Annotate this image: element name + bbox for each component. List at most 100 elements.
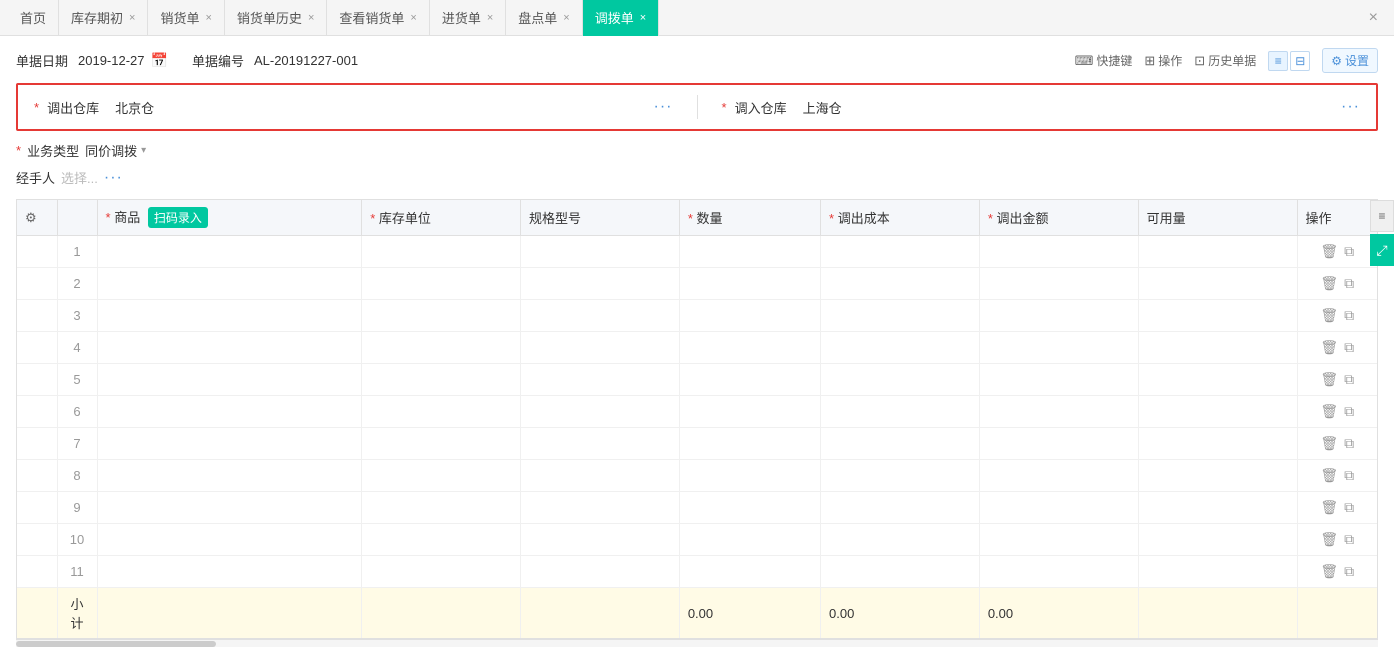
th-amount: * 调出金额 [979, 200, 1138, 236]
tab-close-inventory-check[interactable]: × [563, 12, 569, 24]
shortcuts-btn[interactable]: ⌨ 快捷键 [1075, 52, 1133, 69]
delete-btn[interactable]: 🗑 [1320, 467, 1338, 483]
warehouse-in-more[interactable]: ··· [1341, 98, 1360, 116]
business-type-row: * 业务类型 同价调拨 ▾ [16, 141, 185, 160]
history-btn[interactable]: ⊡ 历史单据 [1194, 52, 1256, 69]
scan-button[interactable]: 扫码录入 [148, 207, 208, 228]
date-field: 单据日期 2019-12-27 📅 [16, 51, 168, 70]
warehouse-out-star: * [34, 100, 39, 115]
float-expand-btn[interactable]: ⤢ [1370, 234, 1394, 266]
tab-close-sales-order[interactable]: × [205, 12, 211, 24]
delete-btn[interactable]: 🗑 [1320, 403, 1338, 419]
tab-close-view-sales[interactable]: × [410, 12, 416, 24]
tab-transfer[interactable]: 调拨单 × [583, 0, 659, 36]
delete-btn[interactable]: 🗑 [1320, 243, 1338, 259]
calendar-icon[interactable]: 📅 [151, 52, 168, 69]
tab-sales-order[interactable]: 销货单 × [148, 0, 224, 36]
warehouse-in-value: 上海仓 [803, 98, 842, 117]
unit-star: * [370, 211, 375, 226]
tab-view-sales[interactable]: 查看销货单 × [327, 0, 429, 36]
table-row: 7🗑⧉ [17, 428, 1377, 460]
table-row: 4🗑⧉ [17, 332, 1377, 364]
tab-sales-history[interactable]: 销货单历史 × [225, 0, 327, 36]
table-row: 3🗑⧉ [17, 300, 1377, 332]
handler-select[interactable]: 选择... [61, 168, 98, 187]
copy-btn[interactable]: ⧉ [1344, 243, 1354, 259]
settings-button[interactable]: ⚙ 设置 [1322, 48, 1378, 73]
delete-btn[interactable]: 🗑 [1320, 563, 1338, 579]
th-spec: 规格型号 [521, 200, 680, 236]
warehouse-divider [697, 95, 698, 119]
float-list-btn[interactable]: ≡ [1370, 200, 1394, 232]
warehouse-in-field: * 调入仓库 上海仓 ··· [722, 98, 1361, 117]
warehouse-out-field: * 调出仓库 北京仓 ··· [34, 98, 673, 117]
grid-view-btn[interactable]: ⊟ [1290, 51, 1310, 71]
th-unit: * 库存单位 [362, 200, 521, 236]
copy-btn[interactable]: ⧉ [1344, 403, 1354, 419]
th-ops: 操作 [1297, 200, 1377, 236]
tab-home[interactable]: 首页 [8, 0, 59, 36]
subtotal-label: 小计 [57, 588, 97, 639]
th-index [57, 200, 97, 236]
close-all-tabs[interactable]: × [1361, 9, 1386, 27]
dropdown-arrow-icon: ▾ [141, 145, 146, 156]
subtotal-row: 小计 0.00 0.00 0.00 [17, 588, 1377, 639]
th-qty: * 数量 [679, 200, 820, 236]
tab-close-transfer[interactable]: × [640, 12, 646, 24]
copy-btn[interactable]: ⧉ [1344, 339, 1354, 355]
tab-purchase[interactable]: 进货单 × [430, 0, 506, 36]
history-icon: ⊡ [1194, 53, 1205, 69]
warehouse-out-value: 北京仓 [115, 98, 154, 117]
delete-btn[interactable]: 🗑 [1320, 307, 1338, 323]
subtotal-amount: 0.00 [979, 588, 1138, 639]
subtotal-cost: 0.00 [821, 588, 980, 639]
tab-close-inventory-init[interactable]: × [129, 12, 135, 24]
th-cost: * 调出成本 [821, 200, 980, 236]
delete-btn[interactable]: 🗑 [1320, 499, 1338, 515]
warehouse-out-more[interactable]: ··· [654, 98, 673, 116]
operations-btn[interactable]: ⊞ 操作 [1144, 52, 1182, 69]
tab-close-sales-history[interactable]: × [308, 12, 314, 24]
delete-btn[interactable]: 🗑 [1320, 275, 1338, 291]
qty-star: * [688, 211, 693, 226]
grid2-icon: ⊟ [1295, 54, 1305, 68]
toolbar-right: ⌨ 快捷键 ⊞ 操作 ⊡ 历史单据 ≡ ⊟ ⚙ 设置 [1075, 48, 1378, 73]
delete-btn[interactable]: 🗑 [1320, 339, 1338, 355]
list-icon: ≡ [1275, 54, 1282, 68]
doc-number-field: 单据编号 AL-20191227-001 [192, 51, 358, 70]
copy-btn[interactable]: ⧉ [1344, 467, 1354, 483]
delete-btn[interactable]: 🗑 [1320, 531, 1338, 547]
table-row: 5🗑⧉ [17, 364, 1377, 396]
list-view-btn[interactable]: ≡ [1268, 51, 1288, 71]
warehouse-section: * 调出仓库 北京仓 ··· * 调入仓库 上海仓 ··· [34, 95, 1360, 119]
copy-btn[interactable]: ⧉ [1344, 435, 1354, 451]
scroll-thumb[interactable] [16, 641, 216, 647]
copy-btn[interactable]: ⧉ [1344, 531, 1354, 547]
copy-btn[interactable]: ⧉ [1344, 563, 1354, 579]
copy-btn[interactable]: ⧉ [1344, 371, 1354, 387]
subtotal-qty: 0.00 [679, 588, 820, 639]
business-type-select[interactable]: 同价调拨 ▾ [85, 141, 185, 160]
tab-bar: 首页 库存期初 × 销货单 × 销货单历史 × 查看销货单 × 进货单 × 盘点… [0, 0, 1394, 36]
handler-row: 经手人 选择... ··· [16, 168, 1378, 187]
copy-btn[interactable]: ⧉ [1344, 499, 1354, 515]
copy-btn[interactable]: ⧉ [1344, 307, 1354, 323]
right-float-panel: ≡ ⤢ [1370, 200, 1394, 266]
tab-inventory-init[interactable]: 库存期初 × [59, 0, 148, 36]
delete-btn[interactable]: 🗑 [1320, 435, 1338, 451]
table-row: 2🗑⧉ [17, 268, 1377, 300]
tab-close-purchase[interactable]: × [487, 12, 493, 24]
amount-star: * [988, 211, 993, 226]
table-container: ⚙ * 商品 扫码录入 * 库存单位 规格型号 [16, 199, 1378, 639]
transfer-table: ⚙ * 商品 扫码录入 * 库存单位 规格型号 [17, 200, 1377, 638]
delete-btn[interactable]: 🗑 [1320, 371, 1338, 387]
handler-more[interactable]: ··· [104, 169, 123, 187]
copy-btn[interactable]: ⧉ [1344, 275, 1354, 291]
tab-inventory-check[interactable]: 盘点单 × [506, 0, 582, 36]
cost-star: * [829, 211, 834, 226]
table-row: 8🗑⧉ [17, 460, 1377, 492]
table-header-row: ⚙ * 商品 扫码录入 * 库存单位 规格型号 [17, 200, 1377, 236]
horizontal-scrollbar[interactable] [16, 639, 1378, 647]
th-product: * 商品 扫码录入 [97, 200, 362, 236]
th-settings[interactable]: ⚙ [17, 200, 57, 236]
